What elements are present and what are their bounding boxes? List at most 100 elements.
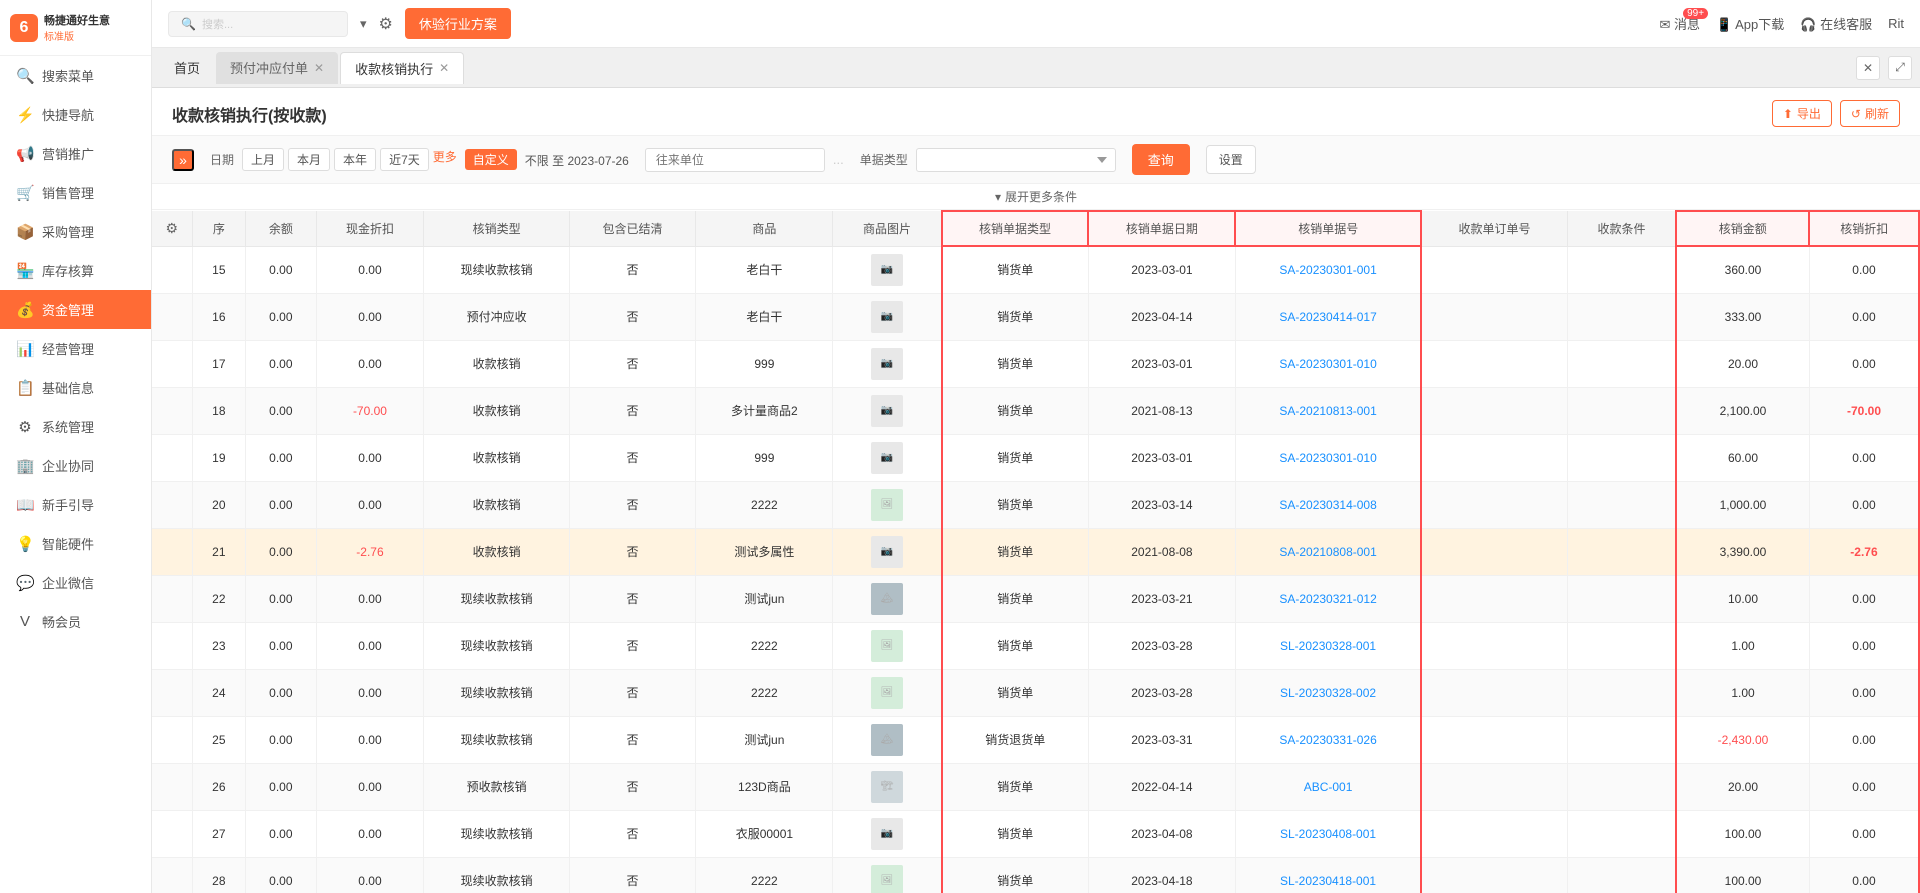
td-index: 16: [192, 293, 246, 340]
date-btn-7days[interactable]: 近7天: [380, 148, 429, 171]
th-verify-bill-date: 核销单据日期: [1088, 211, 1235, 246]
table-row: 28 0.00 0.00 现续收款核销 否 2222 🖼 销货单 2023-04…: [152, 857, 1919, 893]
tab-prepay[interactable]: 预付冲应付单✕: [216, 52, 338, 84]
td-verify-type: 收款核销: [424, 340, 569, 387]
td-verify-bill-no: SA-20230414-017: [1235, 293, 1421, 340]
online-service[interactable]: 🎧 在线客服: [1800, 14, 1872, 33]
close-tab-button[interactable]: ✕: [1856, 56, 1880, 80]
td-verify-bill-type: 销货单: [942, 763, 1089, 810]
verify-bill-link[interactable]: SA-20230301-010: [1279, 451, 1376, 465]
origin-unit-input[interactable]: [645, 148, 825, 172]
td-collection-order-no: [1421, 669, 1567, 716]
td-payment-terms: [1567, 340, 1676, 387]
th-settings[interactable]: ⚙: [152, 211, 192, 246]
td-settings: [152, 340, 192, 387]
sidebar-item-quick-nav[interactable]: ⚡快捷导航: [0, 95, 151, 134]
expand-more-button[interactable]: ▾ 展开更多条件: [995, 188, 1077, 205]
td-verify-bill-date: 2023-03-28: [1088, 622, 1235, 669]
tab-home[interactable]: 首页: [160, 52, 214, 84]
settings-button[interactable]: 设置: [1206, 145, 1256, 174]
td-payment-terms: [1567, 434, 1676, 481]
sidebar-item-search[interactable]: 🔍搜索菜单: [0, 56, 151, 95]
th-collection-order-no: 收款单订单号: [1421, 211, 1567, 246]
tab-close-prepay[interactable]: ✕: [314, 61, 324, 75]
table-row: 19 0.00 0.00 收款核销 否 999 📷 销货单 2023-03-01…: [152, 434, 1919, 481]
td-verify-amount: 10.00: [1676, 575, 1809, 622]
search-icon: 🔍: [181, 17, 196, 31]
td-verify-amount: 1.00: [1676, 622, 1809, 669]
tab-collection[interactable]: 收款核销执行✕: [340, 52, 464, 84]
verify-bill-link[interactable]: SA-20230314-008: [1279, 498, 1376, 512]
tab-close-collection[interactable]: ✕: [439, 61, 449, 75]
sidebar-item-sales[interactable]: 🛒销售管理: [0, 173, 151, 212]
verify-bill-link[interactable]: SA-20230301-001: [1279, 263, 1376, 277]
sidebar-item-enterprise[interactable]: 🏢企业协同: [0, 446, 151, 485]
tabs-container: 首页预付冲应付单✕收款核销执行✕: [160, 52, 466, 84]
user-info[interactable]: Rit: [1888, 16, 1904, 31]
app-download[interactable]: 📱 App下载: [1716, 14, 1784, 33]
verify-bill-link[interactable]: SA-20210813-001: [1279, 404, 1376, 418]
query-button[interactable]: 查询: [1132, 144, 1190, 175]
sidebar-item-wechat[interactable]: 💬企业微信: [0, 563, 151, 602]
verify-bill-link[interactable]: SL-20230418-001: [1280, 874, 1376, 888]
filter-expand-button[interactable]: »: [172, 149, 194, 171]
topbar-dropdown[interactable]: ▾: [360, 16, 367, 32]
verify-bill-link[interactable]: SA-20230331-026: [1279, 733, 1376, 747]
td-verify-amount: 1,000.00: [1676, 481, 1809, 528]
td-settings: [152, 575, 192, 622]
sidebar-item-guide[interactable]: 📖新手引导: [0, 485, 151, 524]
td-settings: [152, 528, 192, 575]
date-btn-this-month[interactable]: 本月: [288, 148, 330, 171]
verify-bill-link[interactable]: SA-20230301-010: [1279, 357, 1376, 371]
topbar-search[interactable]: 🔍 搜索...: [168, 11, 348, 37]
td-verify-bill-type: 销货单: [942, 434, 1089, 481]
message-icon: ✉: [1660, 17, 1671, 32]
td-balance: 0.00: [246, 481, 316, 528]
message-badge[interactable]: ✉ 消息 99+: [1660, 14, 1701, 33]
verify-bill-link[interactable]: SL-20230408-001: [1280, 827, 1376, 841]
td-verify-bill-type: 销货单: [942, 246, 1089, 293]
date-filter-label: 日期: [210, 151, 234, 168]
export-icon: ⬆: [1783, 107, 1793, 121]
expand-tab-button[interactable]: ⤢: [1888, 56, 1912, 80]
sidebar-item-marketing[interactable]: 📢营销推广: [0, 134, 151, 173]
column-settings-icon[interactable]: ⚙: [165, 220, 178, 236]
sidebar-item-basic-info[interactable]: 📋基础信息: [0, 368, 151, 407]
td-balance: 0.00: [246, 340, 316, 387]
td-cash-discount: 0.00: [316, 669, 424, 716]
date-btn-last-month[interactable]: 上月: [242, 148, 284, 171]
sidebar-item-operations[interactable]: 📊经营管理: [0, 329, 151, 368]
verify-bill-link[interactable]: SA-20230414-017: [1279, 310, 1376, 324]
bill-type-select[interactable]: [916, 148, 1116, 172]
sidebar-item-inventory[interactable]: 🏪库存核算: [0, 251, 151, 290]
verify-bill-link[interactable]: SL-20230328-001: [1280, 639, 1376, 653]
td-verify-bill-date: 2023-03-31: [1088, 716, 1235, 763]
date-btn-this-year[interactable]: 本年: [334, 148, 376, 171]
sidebar-item-system[interactable]: ⚙系统管理: [0, 407, 151, 446]
td-goods-img: 🏔: [833, 716, 942, 763]
date-more-link[interactable]: 更多: [433, 148, 457, 171]
td-index: 26: [192, 763, 246, 810]
sidebar-item-smart-hw[interactable]: 💡智能硬件: [0, 524, 151, 563]
date-custom-button[interactable]: 自定义: [465, 149, 517, 170]
verify-bill-link[interactable]: SA-20210808-001: [1279, 545, 1376, 559]
topbar-settings-icon[interactable]: ⚙: [379, 14, 393, 34]
solution-button[interactable]: 休验行业方案: [405, 8, 511, 39]
td-balance: 0.00: [246, 528, 316, 575]
td-balance: 0.00: [246, 293, 316, 340]
sidebar-item-member[interactable]: V畅会员: [0, 602, 151, 641]
verify-bill-link[interactable]: SA-20230321-012: [1279, 592, 1376, 606]
td-cash-discount: -70.00: [316, 387, 424, 434]
sidebar-item-purchase[interactable]: 📦采购管理: [0, 212, 151, 251]
refresh-button[interactable]: ↺ 刷新: [1840, 100, 1900, 127]
td-verify-type: 现续收款核销: [424, 810, 569, 857]
td-verify-type: 收款核销: [424, 528, 569, 575]
sidebar-item-finance[interactable]: 💰资金管理: [0, 290, 151, 329]
verify-bill-link[interactable]: ABC-001: [1304, 780, 1353, 794]
verify-bill-link[interactable]: SL-20230328-002: [1280, 686, 1376, 700]
td-verify-bill-date: 2023-03-01: [1088, 434, 1235, 481]
td-goods-img: 📷: [833, 293, 942, 340]
td-verify-bill-type: 销货单: [942, 340, 1089, 387]
goods-img: 🏔: [871, 724, 903, 756]
export-button[interactable]: ⬆ 导出: [1772, 100, 1832, 127]
